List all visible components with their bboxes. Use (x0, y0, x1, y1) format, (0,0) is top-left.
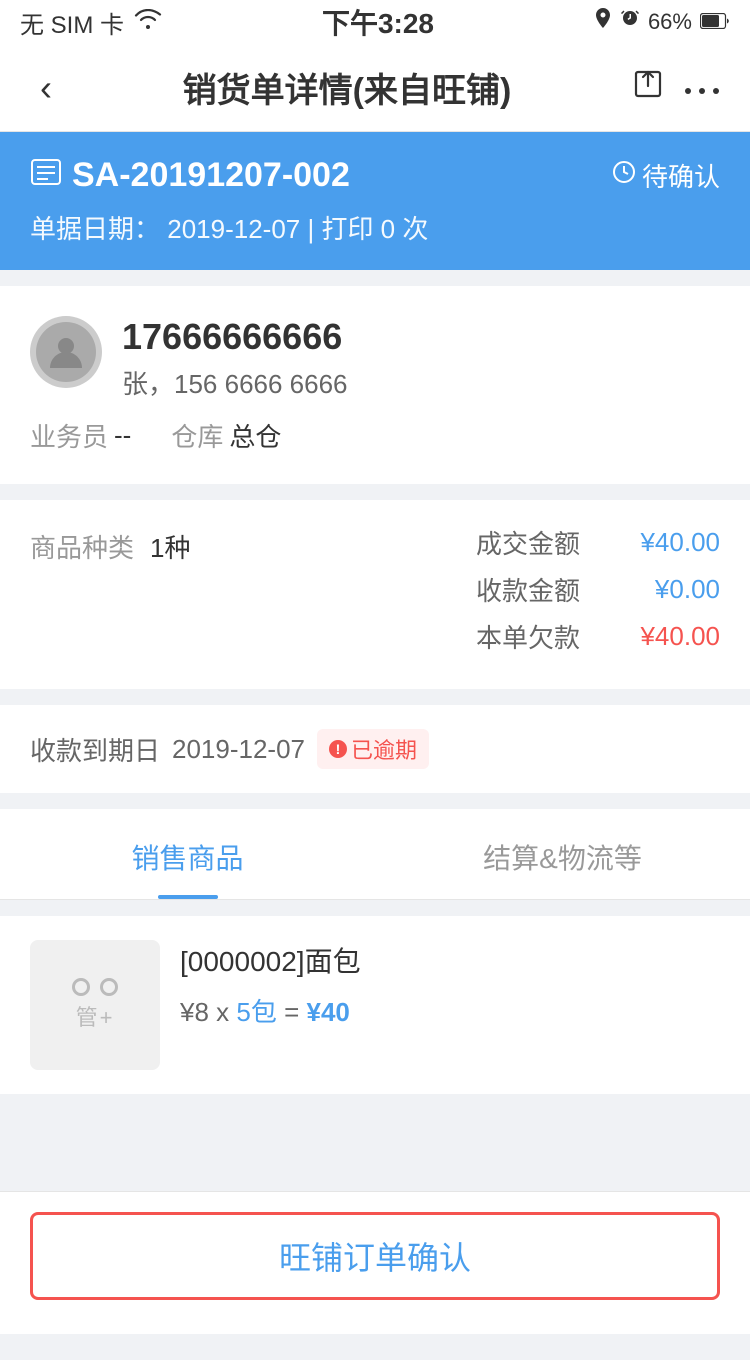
customer-info: 17666666666 张，156 6666 6666 (122, 316, 720, 401)
salesperson-label: 业务员 (30, 417, 108, 454)
due-date-value: 2019-12-07 (172, 734, 305, 765)
order-header: SA-20191207-002 待确认 单据日期： 2019-12-07 | 打… (0, 132, 750, 270)
back-button[interactable]: ‹ (30, 57, 62, 119)
battery-icon (700, 9, 730, 35)
warehouse-value: 总仓 (229, 417, 281, 454)
tab-products[interactable]: 销售商品 (0, 809, 375, 899)
customer-phone: 17666666666 (122, 316, 720, 358)
carrier-label: 无 SIM 卡 (20, 5, 124, 40)
tab-settlement[interactable]: 结算&物流等 (375, 809, 750, 899)
product-total: ¥40 (306, 997, 349, 1027)
product-thumbnail: 管+ (30, 940, 160, 1070)
received-amount-label: 收款金额 (476, 571, 580, 608)
product-types: 商品种类 1种 (30, 524, 190, 565)
order-status: 待确认 (612, 157, 720, 194)
deal-amount-value: ¥40.00 (600, 527, 720, 558)
received-amount-row: 收款金额 ¥0.00 (476, 571, 720, 608)
amounts-right: 成交金额 ¥40.00 收款金额 ¥0.00 本单欠款 ¥40.00 (476, 524, 720, 665)
product-info: [0000002]面包 ¥8 x 5包 = ¥40 (180, 940, 720, 1029)
clock-icon (612, 160, 636, 191)
nav-actions (632, 68, 720, 108)
logo-eye-left (72, 978, 90, 996)
product-logo: 管+ (72, 978, 118, 1032)
deal-amount-label: 成交金额 (476, 524, 580, 561)
status-bar: 无 SIM 卡 下午3:28 66% (0, 0, 750, 44)
tabs-row: 销售商品 结算&物流等 (0, 809, 750, 900)
logo-eye-right (100, 978, 118, 996)
owed-amount-value: ¥40.00 (600, 621, 720, 652)
salesperson-value: -- (114, 420, 131, 451)
deal-amount-row: 成交金额 ¥40.00 (476, 524, 720, 561)
alarm-icon (620, 9, 640, 35)
overdue-badge: ! 已逾期 (317, 729, 429, 769)
due-date-row: 收款到期日 2019-12-07 ! 已逾期 (0, 705, 750, 793)
logo-eyes (72, 978, 118, 996)
order-id-row: SA-20191207-002 (30, 156, 350, 195)
order-date: 单据日期： 2019-12-07 | 打印 0 次 (30, 209, 720, 246)
avatar (30, 316, 102, 388)
warehouse-label: 仓库 (171, 417, 223, 454)
price-value: ¥8 (180, 997, 209, 1027)
received-amount-value: ¥0.00 (600, 574, 720, 605)
customer-name: 张，156 6666 6666 (122, 364, 720, 401)
owed-amount-row: 本单欠款 ¥40.00 (476, 618, 720, 655)
due-date-label: 收款到期日 (30, 731, 160, 768)
order-icon (30, 156, 62, 195)
location-icon (594, 8, 612, 36)
product-types-value: 1种 (150, 528, 190, 565)
page-title: 销货单详情(来自旺铺) (183, 63, 512, 112)
battery-label: 66% (648, 9, 692, 35)
owed-amount-label: 本单欠款 (476, 618, 580, 655)
customer-card: 17666666666 张，156 6666 6666 业务员 -- 仓库 总仓 (0, 286, 750, 484)
share-icon[interactable] (632, 68, 664, 108)
status-left: 无 SIM 卡 (20, 5, 162, 40)
product-types-label: 商品种类 (30, 528, 134, 565)
nav-bar: ‹ 销货单详情(来自旺铺) (0, 44, 750, 132)
overdue-text: 已逾期 (351, 733, 417, 765)
more-icon[interactable] (684, 71, 720, 105)
status-text: 待确认 (642, 157, 720, 194)
logo-text: 管+ (76, 1000, 115, 1032)
order-id-text: SA-20191207-002 (72, 156, 350, 195)
avatar-inner (36, 322, 96, 382)
status-right: 66% (594, 8, 730, 36)
bottom-bar: 旺铺订单确认 (0, 1191, 750, 1334)
product-qty: 5包 (236, 997, 276, 1027)
wifi-icon (134, 8, 162, 36)
amounts-section: 商品种类 1种 成交金额 ¥40.00 收款金额 ¥0.00 本单欠款 ¥40.… (0, 500, 750, 689)
overdue-dot-icon: ! (329, 740, 347, 758)
status-time: 下午3:28 (322, 2, 434, 42)
confirm-button[interactable]: 旺铺订单确认 (30, 1212, 720, 1300)
product-card: 管+ [0000002]面包 ¥8 x 5包 = ¥40 (0, 916, 750, 1094)
info-row: 业务员 -- 仓库 总仓 (30, 417, 720, 454)
product-price: ¥8 x 5包 = ¥40 (180, 992, 720, 1029)
product-name: [0000002]面包 (180, 940, 720, 980)
